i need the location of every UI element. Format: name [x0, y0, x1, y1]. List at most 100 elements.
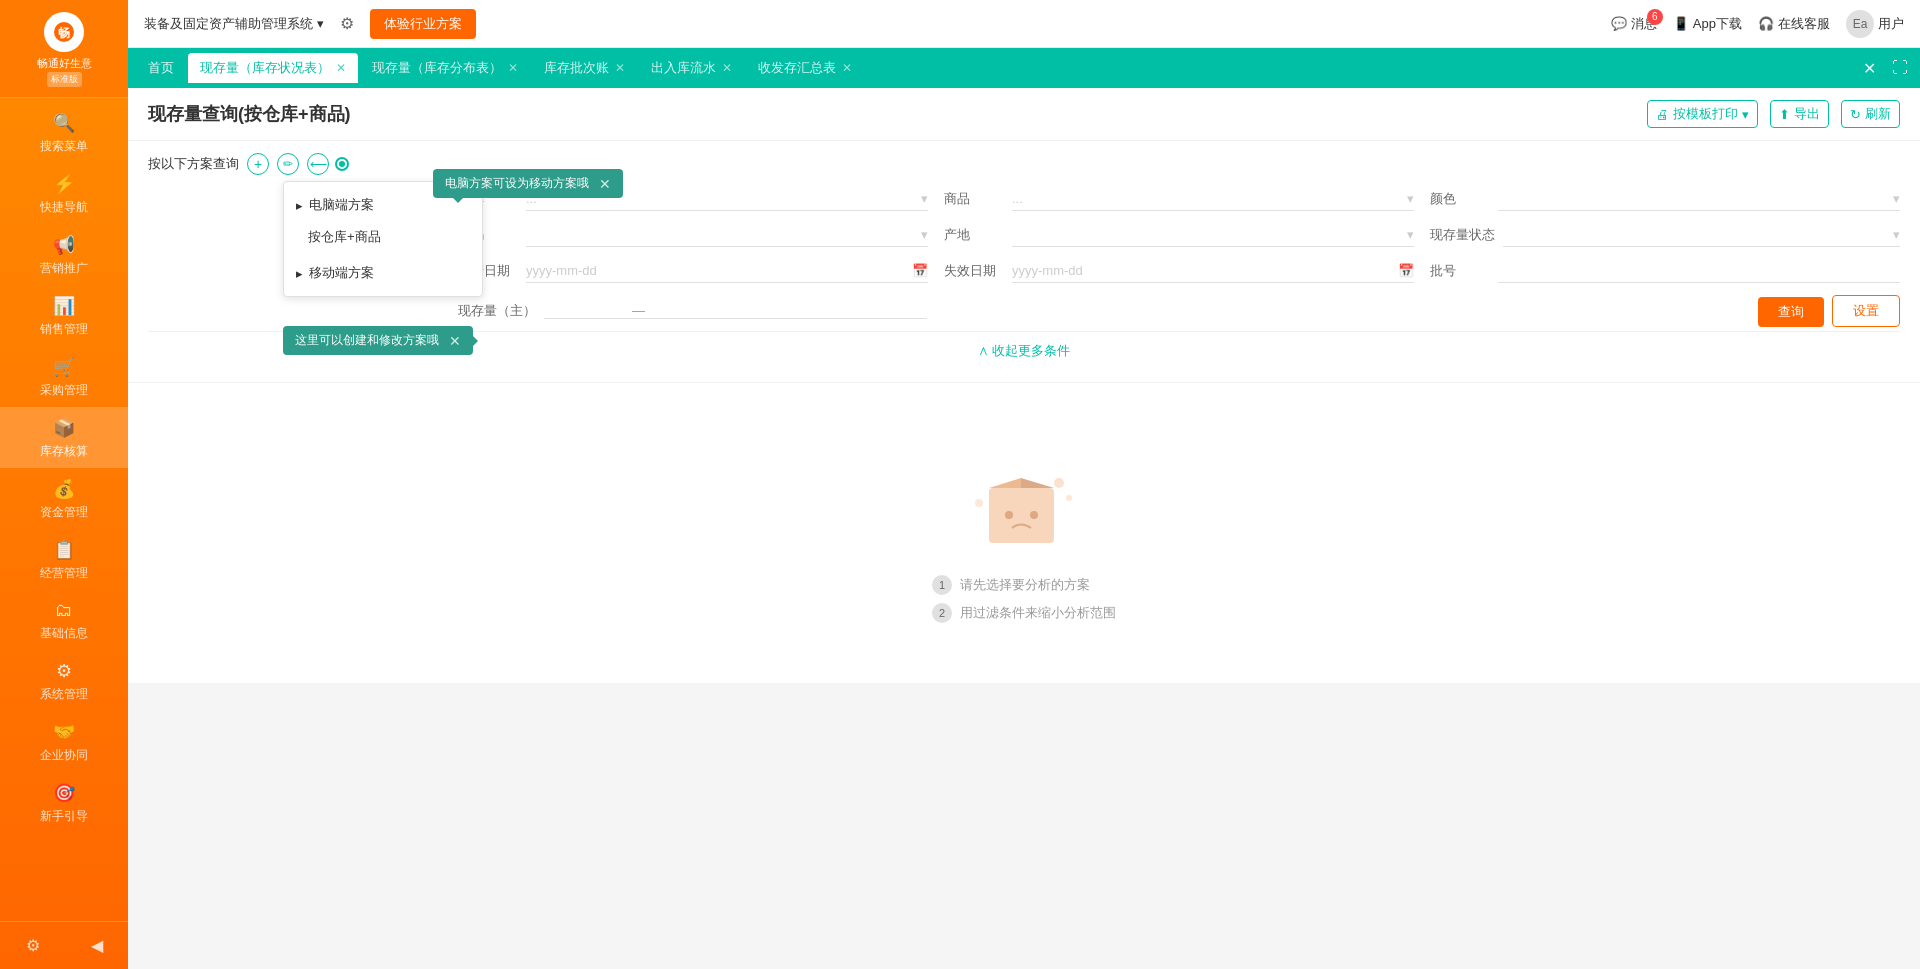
expire-date-field: 失效日期 yyyy-mm-dd 📅 [944, 259, 1414, 283]
inventory-min-input[interactable] [544, 303, 624, 318]
tab-close-icon[interactable]: ✕ [722, 61, 732, 75]
sidebar-item-cooperation[interactable]: 🤝 企业协同 [0, 711, 128, 772]
collapse-sidebar-icon[interactable]: ◀ [87, 932, 107, 959]
messages-btn[interactable]: 💬 消息 6 [1611, 15, 1657, 33]
tab-close-icon[interactable]: ✕ [842, 61, 852, 75]
inventory-range: — [544, 303, 927, 319]
svg-rect-2 [989, 488, 1054, 543]
tab-close-icon[interactable]: ✕ [336, 61, 346, 75]
size-select[interactable]: ▾ [526, 223, 928, 247]
color-field: 颜色 ▾ [1430, 187, 1900, 211]
scheme-tooltip-close[interactable]: ✕ [599, 176, 611, 192]
edit-scheme-btn[interactable]: ✏ [277, 153, 299, 175]
filter-row-4: 现存量（主） — 查询 设置 [458, 295, 1900, 327]
sidebar-item-label: 销售管理 [40, 321, 88, 338]
add-scheme-btn[interactable]: + [247, 153, 269, 175]
tab-inventory-dist[interactable]: 现存量（库存分布表） ✕ [360, 53, 530, 83]
operations-icon: 📋 [53, 539, 75, 561]
export-btn[interactable]: ⬆ 导出 [1770, 100, 1829, 128]
app-logo-icon: 畅 [44, 12, 84, 52]
expand-icon: ▸ [296, 198, 303, 213]
sidebar-item-system[interactable]: ⚙ 系统管理 [0, 650, 128, 711]
sidebar-item-label: 快捷导航 [40, 199, 88, 216]
sidebar-item-purchase[interactable]: 🛒 采购管理 [0, 346, 128, 407]
filter-row-3: 生产日期 yyyy-mm-dd 📅 失效日期 yyyy-mm-dd 📅 [458, 259, 1900, 283]
user-btn[interactable]: Ea 用户 [1846, 10, 1904, 38]
origin-label: 产地 [944, 226, 1004, 244]
svg-text:畅: 畅 [58, 26, 70, 40]
create-tooltip-close[interactable]: ✕ [449, 333, 461, 349]
product-select[interactable]: ... ▾ [1012, 187, 1414, 211]
industry-btn[interactable]: 体验行业方案 [370, 9, 476, 39]
tab-close-icon[interactable]: ✕ [615, 61, 625, 75]
solution-group-mobile[interactable]: ▸ 移动端方案 [284, 258, 482, 288]
notification-badge: 6 [1647, 9, 1663, 25]
support-btn[interactable]: 🎧 在线客服 [1758, 15, 1830, 33]
inventory-icon: 📦 [53, 417, 75, 439]
inventory-status-select[interactable]: ▾ [1503, 223, 1900, 247]
svg-point-5 [1054, 478, 1064, 488]
print-label: 按模板打印 [1673, 105, 1738, 123]
system-title-dropdown[interactable]: 装备及固定资产辅助管理系统 ▾ [144, 15, 324, 33]
system-title-text: 装备及固定资产辅助管理系统 [144, 15, 313, 33]
header-right: 💬 消息 6 📱 App下载 🎧 在线客服 Ea 用户 [1611, 10, 1904, 38]
empty-step-2: 2 用过滤条件来缩小分析范围 [932, 603, 1116, 623]
basic-info-icon: 🗂 [55, 600, 73, 621]
mobile-icon: 📱 [1673, 16, 1689, 31]
tab-close-all-icon[interactable]: ✕ [1859, 55, 1880, 82]
filter-row-2: 尺码 ▾ 产地 ▾ [458, 223, 1900, 247]
batch-input[interactable] [1498, 259, 1900, 283]
page-actions: 🖨 按模板打印 ▾ ⬆ 导出 ↻ 刷新 [1647, 100, 1900, 128]
chevron-down-icon: ▾ [1407, 191, 1414, 206]
tab-batch-account[interactable]: 库存批次账 ✕ [532, 53, 637, 83]
step-2-num: 2 [932, 603, 952, 623]
set-btn[interactable]: 设置 [1832, 295, 1900, 327]
step-1-num: 1 [932, 575, 952, 595]
solution-item-warehouse-product[interactable]: 按仓库+商品 [284, 220, 482, 254]
sidebar-item-label: 库存核算 [40, 443, 88, 460]
search-btn[interactable]: 查询 [1758, 297, 1824, 327]
home-label: 首页 [148, 60, 174, 75]
product-field: 商品 ... ▾ [944, 187, 1414, 211]
settings-icon[interactable]: ⚙ [22, 932, 44, 959]
chevron-down-icon: ▾ [317, 16, 324, 31]
back-scheme-btn[interactable]: ⟵ [307, 153, 329, 175]
sidebar-item-search-menu[interactable]: 🔍 搜索菜单 [0, 102, 128, 163]
sidebar-item-quick-nav[interactable]: ⚡ 快捷导航 [0, 163, 128, 224]
gear-icon[interactable]: ⚙ [340, 14, 354, 33]
print-btn[interactable]: 🖨 按模板打印 ▾ [1647, 100, 1758, 128]
sidebar-item-basic-info[interactable]: 🗂 基础信息 [0, 590, 128, 650]
calendar-icon2[interactable]: 📅 [1398, 263, 1414, 278]
filter-header: 按以下方案查询 + ✏ ⟵ [148, 153, 1900, 175]
tab-home[interactable]: 首页 [136, 53, 186, 83]
tab-fullscreen-icon[interactable]: ⛶ [1888, 55, 1912, 81]
origin-select[interactable]: ▾ [1012, 223, 1414, 247]
app-download-btn[interactable]: 📱 App下载 [1673, 15, 1742, 33]
filter-row-1: 仓库 ... ▾ 商品 ... ▾ [458, 187, 1900, 211]
sidebar-item-operations[interactable]: 📋 经营管理 [0, 529, 128, 590]
expire-date-placeholder: yyyy-mm-dd [1012, 263, 1083, 278]
inventory-max-input[interactable] [653, 303, 733, 318]
batch-label: 批号 [1430, 262, 1490, 280]
sidebar-item-marketing[interactable]: 📢 营销推广 [0, 224, 128, 285]
tab-collect-summary[interactable]: 收发存汇总表 ✕ [746, 53, 864, 83]
sidebar-item-finance[interactable]: 💰 资金管理 [0, 468, 128, 529]
batch-field: 批号 [1430, 259, 1900, 283]
produce-date-input[interactable]: yyyy-mm-dd 📅 [526, 259, 928, 283]
tab-inout-flow[interactable]: 出入库流水 ✕ [639, 53, 744, 83]
refresh-btn[interactable]: ↻ 刷新 [1841, 100, 1900, 128]
sidebar-item-guide[interactable]: 🎯 新手引导 [0, 772, 128, 833]
page-content: 现存量查询(按仓库+商品) 🖨 按模板打印 ▾ ⬆ 导出 ↻ 刷新 [128, 88, 1920, 969]
tab-close-icon[interactable]: ✕ [508, 61, 518, 75]
expire-date-label: 失效日期 [944, 262, 1004, 280]
sidebar-item-inventory[interactable]: 📦 库存核算 [0, 407, 128, 468]
color-select[interactable]: ▾ [1498, 187, 1900, 211]
tab-inventory-status[interactable]: 现存量（库存状况表） ✕ [188, 53, 358, 83]
calendar-icon[interactable]: 📅 [912, 263, 928, 278]
sidebar-item-sales[interactable]: 📊 销售管理 [0, 285, 128, 346]
tab-bar: 首页 现存量（库存状况表） ✕ 现存量（库存分布表） ✕ 库存批次账 ✕ 出入库… [128, 48, 1920, 88]
scheme-tooltip: 电脑方案可设为移动方案哦 ✕ [433, 169, 623, 198]
top-header: 装备及固定资产辅助管理系统 ▾ ⚙ 体验行业方案 💬 消息 6 📱 App下载 … [128, 0, 1920, 48]
user-label: 用户 [1878, 15, 1904, 33]
expire-date-input[interactable]: yyyy-mm-dd 📅 [1012, 259, 1414, 283]
